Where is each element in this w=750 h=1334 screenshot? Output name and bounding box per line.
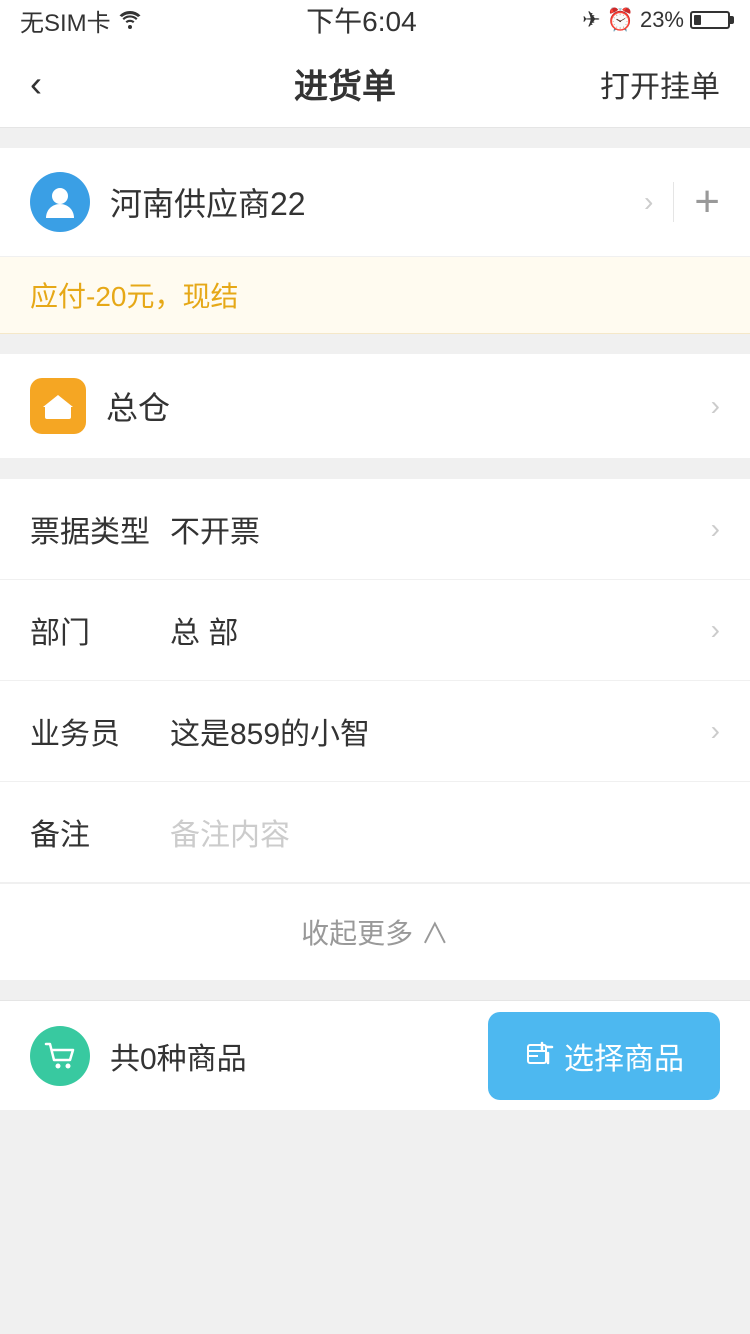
warehouse-chevron-icon: › [711,390,720,422]
page-title: 进货单 [294,59,396,108]
divider-2 [0,459,750,479]
department-row[interactable]: 部门 总 部 › [0,580,750,681]
bottom-bar: 共0种商品 选择商品 [0,1000,750,1110]
carrier-label: 无SIM卡 [20,3,111,38]
nav-bar: ‹ 进货单 打开挂单 [0,40,750,128]
status-time: 下午6:04 [306,0,417,40]
battery-fill [694,15,701,25]
select-product-icon [524,1041,554,1071]
top-divider [0,128,750,148]
back-button[interactable]: ‹ [30,63,90,105]
cart-small-icon [42,1038,78,1074]
salesperson-label: 业务员 [30,709,170,753]
battery-label: 23% [640,7,684,33]
remark-value: 备注内容 [170,810,720,854]
vertical-divider [673,182,674,222]
invoice-type-label: 票据类型 [30,507,170,551]
warehouse-name: 总仓 [106,383,711,429]
person-icon [42,184,78,220]
department-chevron-icon: › [711,614,720,646]
product-count-label: 共0种商品 [110,1034,488,1078]
main-content: 河南供应商22 › + 应付-20元，现结 总仓 › 票据类型 不开票 › [0,128,750,1334]
product-icon-bg [30,1026,90,1086]
salesperson-row[interactable]: 业务员 这是859的小智 › [0,681,750,782]
battery-icon [690,11,730,29]
status-bar-right: ✈ ⏰ 23% [582,7,730,33]
remark-label: 备注 [30,810,170,854]
warehouse-row[interactable]: 总仓 › [0,354,750,459]
warning-banner: 应付-20元，现结 [0,257,750,334]
invoice-type-row[interactable]: 票据类型 不开票 › [0,479,750,580]
department-value: 总 部 [170,608,711,652]
alarm-icon: ⏰ [607,7,634,33]
salesperson-chevron-icon: › [711,715,720,747]
supplier-name: 河南供应商22 [110,179,644,225]
location-icon: ✈ [582,7,600,33]
invoice-type-chevron-icon: › [711,513,720,545]
form-section: 票据类型 不开票 › 部门 总 部 › 业务员 这是859的小智 › 备注 备注… [0,479,750,980]
status-bar-left: 无SIM卡 [20,3,141,38]
warning-text: 应付-20元，现结 [30,281,238,312]
supplier-section: 河南供应商22 › + 应付-20元，现结 [0,148,750,334]
supplier-chevron-icon: › [644,186,653,218]
select-product-button[interactable]: 选择商品 [488,1012,720,1100]
invoice-type-value: 不开票 [170,507,711,551]
salesperson-value: 这是859的小智 [170,709,711,753]
department-label: 部门 [30,608,170,652]
warehouse-icon-bg [30,378,86,434]
status-bar: 无SIM卡 下午6:04 ✈ ⏰ 23% [0,0,750,40]
open-pending-button[interactable]: 打开挂单 [600,62,720,106]
collapse-label: 收起更多 ∧ [301,912,449,952]
warehouse-icon [41,389,75,423]
divider-1 [0,334,750,354]
add-supplier-button[interactable]: + [694,180,720,224]
collapse-row[interactable]: 收起更多 ∧ [0,883,750,980]
select-product-label: 选择商品 [564,1034,684,1078]
supplier-row[interactable]: 河南供应商22 › + [0,148,750,257]
remark-row[interactable]: 备注 备注内容 [0,782,750,883]
supplier-avatar [30,172,90,232]
wifi-icon [119,11,141,29]
